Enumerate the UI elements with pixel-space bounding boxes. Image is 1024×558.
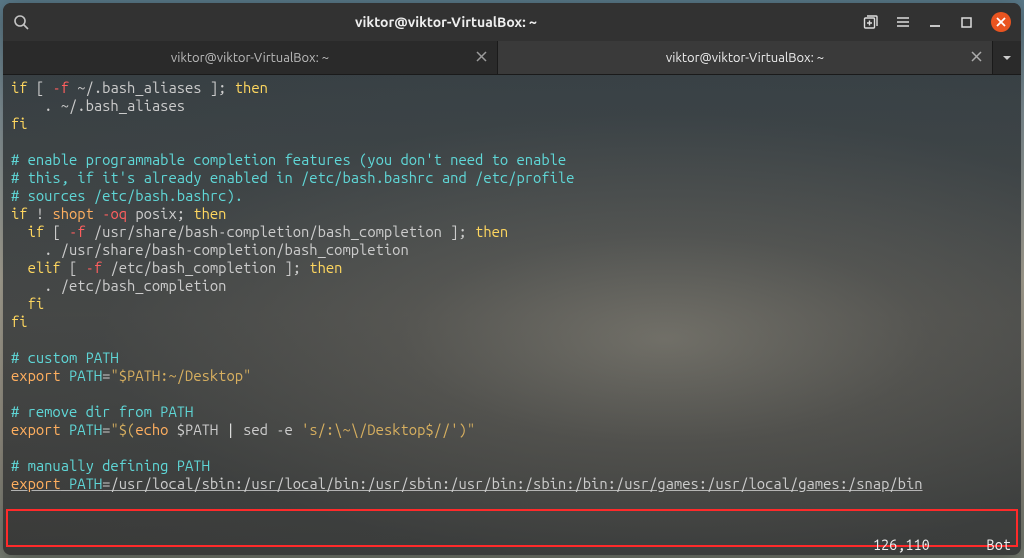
tab-dropdown[interactable] xyxy=(993,41,1021,74)
tab-1[interactable]: viktor@viktor-VirtualBox: ~ xyxy=(3,41,498,74)
terminal-window: viktor@viktor-VirtualBox: ~ xyxy=(3,3,1021,555)
new-tab-icon[interactable] xyxy=(863,15,878,30)
tab-label: viktor@viktor-VirtualBox: ~ xyxy=(171,51,329,65)
tab-label: viktor@viktor-VirtualBox: ~ xyxy=(666,51,824,65)
terminal-content[interactable]: if [ -f ~/.bash_aliases ]; then . ~/.bas… xyxy=(3,75,1021,555)
window-title: viktor@viktor-VirtualBox: ~ xyxy=(29,14,863,30)
editor-text: if [ -f ~/.bash_aliases ]; then . ~/.bas… xyxy=(11,79,1013,493)
window-controls xyxy=(863,12,1011,32)
minimize-button[interactable] xyxy=(928,15,942,29)
cursor-position: 126,110 xyxy=(873,536,930,553)
search-icon[interactable] xyxy=(13,14,29,30)
titlebar: viktor@viktor-VirtualBox: ~ xyxy=(3,3,1021,41)
close-tab-icon[interactable] xyxy=(476,51,487,65)
maximize-button[interactable] xyxy=(960,16,973,29)
tab-bar: viktor@viktor-VirtualBox: ~ viktor@vikto… xyxy=(3,41,1021,75)
vim-status: 126,110 Bot xyxy=(873,536,1011,554)
menu-icon[interactable] xyxy=(896,15,910,29)
tab-2[interactable]: viktor@viktor-VirtualBox: ~ xyxy=(498,41,993,74)
close-button[interactable] xyxy=(991,12,1011,32)
close-tab-icon[interactable] xyxy=(971,51,982,65)
highlight-annotation xyxy=(6,509,1018,547)
scroll-position: Bot xyxy=(987,536,1011,553)
